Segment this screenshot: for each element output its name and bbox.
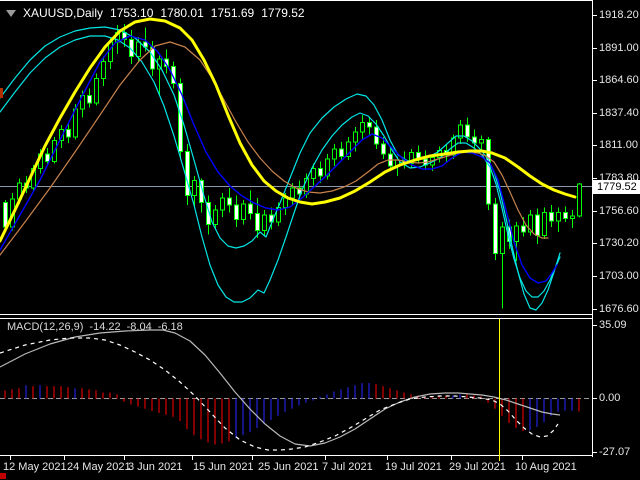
current-price-tag: 1779.52 [593, 180, 640, 194]
corner-indicator [0, 473, 6, 479]
date-axis-label: 12 May 2021 [3, 461, 67, 473]
band-cyan-outer [0, 26, 561, 311]
macd-signal-value: -8.04 [126, 321, 152, 333]
macd-axis-label: 35.09 [599, 319, 627, 331]
symbol-timeframe-label: XAUUSD,Daily [23, 6, 104, 20]
date-axis-label: 10 Aug 2021 [515, 461, 577, 473]
date-axis-label: 25 Jun 2021 [258, 461, 319, 473]
price-axis-label: 1891.00 [599, 42, 639, 54]
date-axis-label: 7 Jul 2021 [322, 461, 373, 473]
left-edge-marker [0, 88, 3, 98]
price-axis-label: 1837.40 [599, 107, 639, 119]
ma-orange [0, 41, 549, 256]
price-axis-label: 1918.20 [599, 9, 639, 21]
mt4-chart-window: XAUUSD,Daily 1753.10 1780.01 1751.69 177… [0, 0, 640, 480]
price-axis-label: 1676.60 [599, 303, 639, 315]
date-axis-label: 29 Jul 2021 [449, 461, 506, 473]
price-axis-label: 1730.20 [599, 237, 639, 249]
date-axis-label: 19 Jul 2021 [385, 461, 442, 473]
macd-hist-value: -6.18 [157, 321, 183, 333]
ma-blue [0, 35, 558, 284]
macd-indicator-header: MACD(12,26,9) -14.22 -8.04 -6.18 [7, 321, 183, 333]
close-value: 1779.52 [261, 6, 305, 20]
macd-main-value: -14.22 [89, 321, 121, 333]
price-axis-label: 1703.00 [599, 270, 639, 282]
macd-axis-label: -27.07 [599, 446, 631, 458]
date-axis-label: 3 Jun 2021 [128, 461, 183, 473]
open-value: 1753.10 [110, 6, 154, 20]
macd-axis-label: 0.00 [599, 392, 621, 404]
chart-ohlc-header: XAUUSD,Daily 1753.10 1780.01 1751.69 177… [6, 6, 305, 20]
chevron-down-icon [6, 9, 16, 17]
low-value: 1751.69 [210, 6, 255, 20]
price-axis-label: 1811.00 [599, 139, 638, 151]
macd-main-line [0, 329, 561, 447]
price-axis-label: 1864.60 [599, 74, 639, 86]
high-value: 1780.01 [160, 6, 204, 20]
price-axis-label: 1756.60 [599, 205, 639, 217]
chart-canvas[interactable] [0, 0, 640, 480]
date-axis-label: 15 Jun 2021 [193, 461, 254, 473]
macd-label: MACD(12,26,9) [7, 321, 84, 333]
date-axis-label: 24 May 2021 [67, 461, 131, 473]
